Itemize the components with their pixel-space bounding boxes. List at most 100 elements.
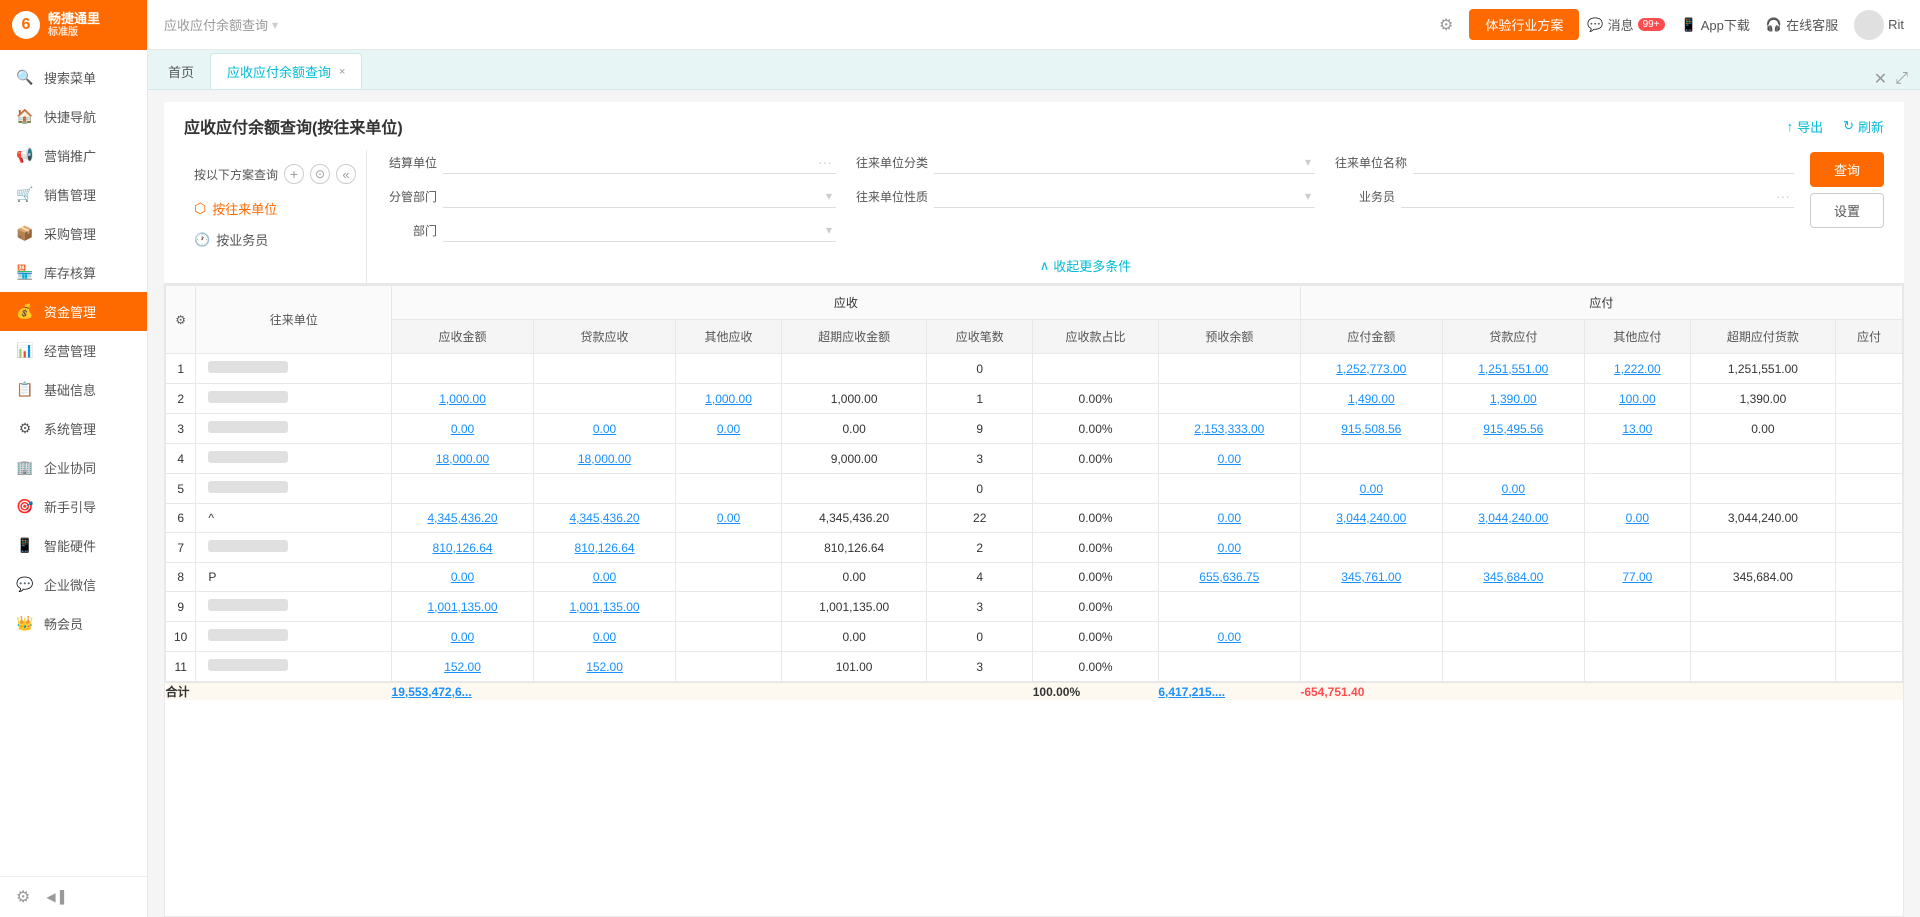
table-cell[interactable]: 0.00	[1584, 504, 1690, 533]
table-cell[interactable]	[534, 354, 676, 384]
dept-input[interactable]: ▾	[443, 184, 836, 208]
table-cell[interactable]: 0.00	[1158, 533, 1300, 563]
table-cell[interactable]: 1,222.00	[1584, 354, 1690, 384]
table-cell[interactable]	[1584, 474, 1690, 504]
breadcrumb-arrow-icon[interactable]: ▾	[272, 18, 278, 32]
app-download-btn[interactable]: 📱 App下载	[1681, 15, 1750, 34]
sidebar-item-system[interactable]: ⚙ 系统管理	[0, 409, 147, 448]
sidebar-item-purchase[interactable]: 📦 采购管理	[0, 214, 147, 253]
table-cell[interactable]: 345,761.00	[1300, 563, 1442, 592]
settings-footer-icon[interactable]: ⚙	[16, 887, 30, 907]
table-cell[interactable]: 1,000.00	[392, 384, 534, 414]
table-cell[interactable]: 0.00	[1158, 504, 1300, 533]
table-cell[interactable]	[1442, 444, 1584, 474]
sidebar-item-member[interactable]: 👑 畅会员	[0, 604, 147, 643]
sidebar-item-inventory[interactable]: 🏪 库存核算	[0, 253, 147, 292]
table-cell[interactable]: 0.00	[392, 563, 534, 592]
table-cell[interactable]	[1584, 652, 1690, 683]
table-cell[interactable]: 18,000.00	[534, 444, 676, 474]
table-cell[interactable]: 100.00	[1584, 384, 1690, 414]
table-cell[interactable]: 0.00	[534, 414, 676, 444]
filter-settings-btn[interactable]: ⊙	[310, 164, 330, 184]
table-cell[interactable]	[392, 474, 534, 504]
table-cell[interactable]	[676, 592, 782, 622]
table-cell[interactable]	[1158, 652, 1300, 683]
table-cell[interactable]: 0.00	[534, 622, 676, 652]
table-cell[interactable]	[1442, 592, 1584, 622]
sidebar-item-finance[interactable]: 💰 资金管理	[0, 292, 147, 331]
table-cell[interactable]: 152.00	[392, 652, 534, 683]
user-info[interactable]: Rit	[1854, 10, 1904, 40]
table-cell[interactable]: 0.00	[676, 504, 782, 533]
table-cell[interactable]	[1442, 622, 1584, 652]
partner-nature-input[interactable]: ▾	[934, 184, 1315, 208]
table-cell[interactable]: 1,251,551.00	[1442, 354, 1584, 384]
message-btn[interactable]: 💬 消息 99+	[1587, 15, 1664, 34]
table-cell[interactable]	[1300, 622, 1442, 652]
collapse-more-btn[interactable]: ∧ 收起更多条件	[377, 252, 1794, 283]
table-cell[interactable]: 4,345,436.20	[534, 504, 676, 533]
query-by-salesperson[interactable]: 🕐 按业务员	[184, 225, 366, 254]
table-cell[interactable]	[1584, 592, 1690, 622]
department-input[interactable]: ▾	[443, 218, 836, 242]
table-cell[interactable]	[676, 563, 782, 592]
filter-collapse-btn[interactable]: «	[336, 164, 356, 184]
table-cell[interactable]: 152.00	[534, 652, 676, 683]
table-cell[interactable]	[1300, 444, 1442, 474]
table-cell[interactable]: 810,126.64	[534, 533, 676, 563]
sidebar-item-marketing[interactable]: 📢 营销推广	[0, 136, 147, 175]
table-cell[interactable]	[1158, 384, 1300, 414]
table-cell[interactable]	[1300, 533, 1442, 563]
collapse-footer-icon[interactable]: ◀▐	[46, 890, 64, 904]
table-cell[interactable]	[1158, 474, 1300, 504]
sidebar-item-wechat[interactable]: 💬 企业微信	[0, 565, 147, 604]
service-btn[interactable]: 🎧 在线客服	[1766, 15, 1838, 34]
sidebar-item-newguide[interactable]: 🎯 新手引导	[0, 487, 147, 526]
table-cell[interactable]: 0.00	[392, 414, 534, 444]
table-cell[interactable]: 2,153,333.00	[1158, 414, 1300, 444]
table-cell[interactable]	[676, 474, 782, 504]
table-cell[interactable]	[676, 652, 782, 683]
partner-name-input[interactable]	[1413, 150, 1794, 174]
window-close-icon[interactable]: ✕	[1874, 69, 1887, 89]
table-cell[interactable]	[392, 354, 534, 384]
export-button[interactable]: ↑ 导出	[1787, 117, 1824, 136]
table-cell[interactable]	[1584, 533, 1690, 563]
table-cell[interactable]	[676, 444, 782, 474]
table-cell[interactable]	[534, 474, 676, 504]
table-cell[interactable]	[1158, 592, 1300, 622]
table-cell[interactable]: 3,044,240.00	[1442, 504, 1584, 533]
refresh-button[interactable]: ↻ 刷新	[1843, 117, 1884, 136]
table-cell[interactable]	[1584, 444, 1690, 474]
table-cell[interactable]	[1300, 592, 1442, 622]
table-cell[interactable]	[1442, 533, 1584, 563]
table-cell[interactable]	[676, 533, 782, 563]
sidebar-item-search[interactable]: 🔍 搜索菜单	[0, 58, 147, 97]
tab-current[interactable]: 应收应付余额查询 ×	[210, 53, 362, 89]
table-cell[interactable]: 1,000.00	[676, 384, 782, 414]
sidebar-item-operation[interactable]: 📊 经营管理	[0, 331, 147, 370]
table-cell[interactable]: 0.00	[534, 563, 676, 592]
table-cell[interactable]	[1584, 622, 1690, 652]
table-cell[interactable]: 655,636.75	[1158, 563, 1300, 592]
table-cell[interactable]: 1,001,135.00	[534, 592, 676, 622]
table-cell[interactable]: 0.00	[1442, 474, 1584, 504]
table-cell[interactable]: 0.00	[1158, 622, 1300, 652]
query-button[interactable]: 查询	[1810, 152, 1884, 187]
sidebar-item-hardware[interactable]: 📱 智能硬件	[0, 526, 147, 565]
col-settings-header[interactable]: ⚙	[166, 286, 196, 354]
trial-button[interactable]: 体验行业方案	[1469, 9, 1579, 40]
salesperson-input[interactable]: ···	[1401, 184, 1794, 208]
settlement-unit-input[interactable]: ···	[443, 150, 836, 174]
table-cell[interactable]: 0.00	[676, 414, 782, 444]
sidebar-item-sales[interactable]: 🛒 销售管理	[0, 175, 147, 214]
sidebar-item-basic[interactable]: 📋 基础信息	[0, 370, 147, 409]
table-cell[interactable]: 0.00	[1300, 474, 1442, 504]
table-cell[interactable]: 18,000.00	[392, 444, 534, 474]
query-by-partner[interactable]: ⬡ 按往来单位	[184, 194, 366, 223]
dots-icon[interactable]: ···	[818, 154, 832, 170]
table-cell[interactable]: 1,390.00	[1442, 384, 1584, 414]
settings-button[interactable]: 设置	[1810, 193, 1884, 228]
table-cell[interactable]: 0.00	[392, 622, 534, 652]
sidebar-item-enterprise[interactable]: 🏢 企业协同	[0, 448, 147, 487]
